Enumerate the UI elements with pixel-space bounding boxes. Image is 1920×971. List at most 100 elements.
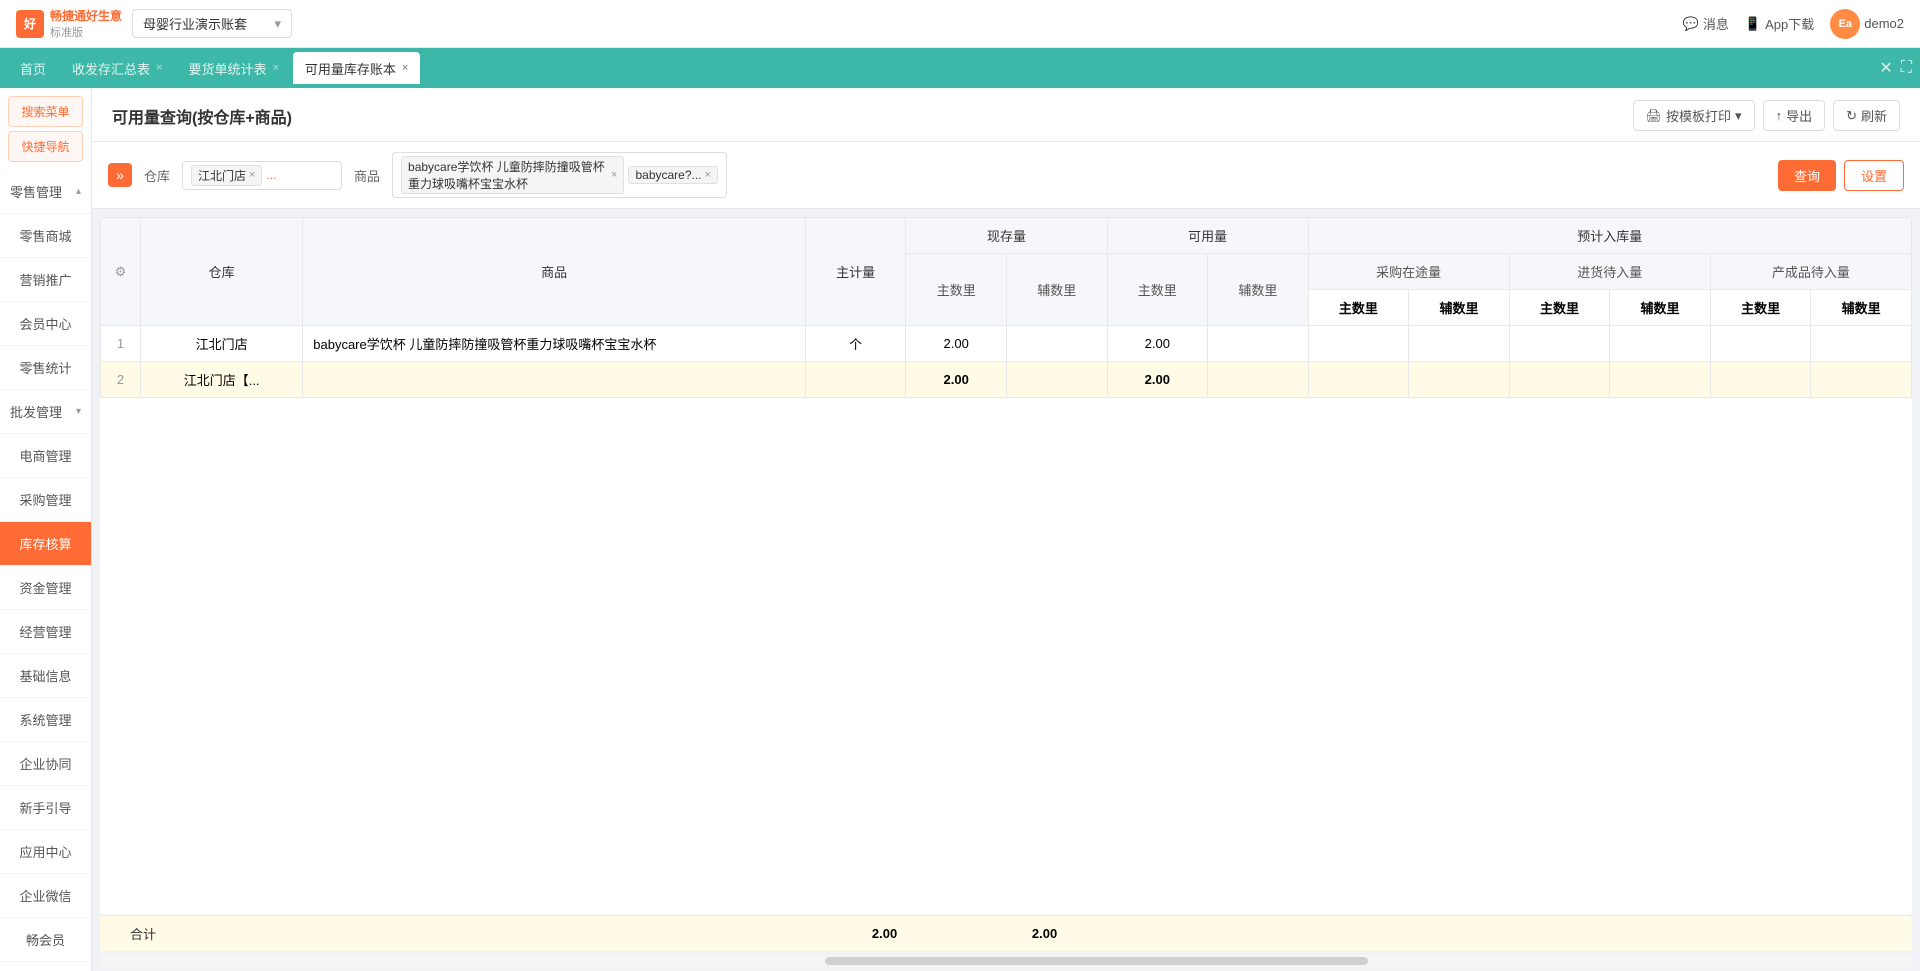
sidebar-item-batch-mgmt[interactable]: 批发管理 ▾ [0,390,91,434]
cell-stock-aux [1006,326,1107,362]
footer-stock-main: 2.00 [845,926,925,941]
sidebar-item-vip[interactable]: 畅会员 [0,918,91,962]
cell-purchase-transit-aux [1409,326,1510,362]
gear-header[interactable]: ⚙ [101,218,141,326]
refresh-button[interactable]: ↻ 刷新 [1833,100,1900,131]
export-button[interactable]: ↑ 导出 [1763,100,1826,131]
stock-aux-header: 辅数里 [1006,254,1107,326]
quick-nav-button[interactable]: 快捷导航 [8,131,83,162]
cell-warehouse: 江北门店 [141,326,303,362]
avail-main-header: 主数里 [1107,254,1208,326]
sidebar-item-member[interactable]: 会员中心 [0,302,91,346]
purchase-pending-header: 进货待入量 [1509,254,1710,290]
sidebar-item-retail-stats[interactable]: 零售统计 [0,346,91,390]
cell-pending-main [1509,362,1610,398]
cell-pending-aux [1610,326,1711,362]
sidebar-item-purchase-mgmt[interactable]: 采购管理 [0,478,91,522]
avatar: Ea [1830,9,1860,39]
sidebar-item-app-center[interactable]: 应用中心 [0,830,91,874]
page-title: 可用量查询(按仓库+商品) [112,104,292,128]
product-tag-2: babycare?... × [628,166,717,184]
tab-close-order-stats[interactable]: × [272,62,278,74]
sidebar-item-stock-check[interactable]: 库存核算 [0,522,91,566]
tab-available-stock[interactable]: 可用量库存账本 × [293,52,420,84]
sidebar-top: 搜索菜单 快捷导航 [0,88,91,170]
chevron-down-icon: ▾ [274,16,281,32]
sidebar: 搜索菜单 快捷导航 零售管理 ▴ 零售商城 营销推广 会员中心 零售统计 批发管… [0,88,92,971]
warehouse-filter-input[interactable]: 江北门店 × ... [182,161,342,190]
scrollbar-thumb[interactable] [825,957,1369,965]
data-table: ⚙ 仓库 商品 主计量 现存量 可用量 预计入库量 主数里 辅数里 主数里 辅数… [100,217,1912,398]
store-selector[interactable]: 母婴行业演示账套 ▾ [132,9,292,38]
print-icon: 🖨 [1646,108,1663,124]
sidebar-item-ecommerce[interactable]: 电商管理 [0,434,91,478]
sidebar-item-retail-mall[interactable]: 零售商城 [0,214,91,258]
warehouse-more-btn[interactable]: ... [266,168,276,182]
cell-warehouse: 江北门店【... [141,362,303,398]
product-tag-2-close[interactable]: × [705,169,711,181]
table-row: 1 江北门店 babycare学饮杯 儿童防摔防撞吸管杯重力球吸嘴杯宝宝水杯 个… [101,326,1912,362]
maximize-button[interactable]: ⛶ [1901,59,1912,77]
sidebar-item-newcomer[interactable]: 新手引导 [0,786,91,830]
warehouse-col-header: 仓库 [141,218,303,326]
cell-pending-aux [1610,362,1711,398]
top-bar-right: 💬 消息 📱 App下载 Ea demo2 [1683,9,1904,39]
search-menu-button[interactable]: 搜索菜单 [8,96,83,127]
logo-icon: 好 [16,10,44,38]
user-menu[interactable]: Ea demo2 [1830,9,1904,39]
message-icon: 💬 [1683,16,1699,32]
top-bar-left: 好 畅捷通好生意 标准版 母婴行业演示账套 ▾ [16,7,292,40]
logo-area: 好 畅捷通好生意 标准版 [16,7,122,40]
print-button[interactable]: 🖨 按模板打印 ▾ [1633,100,1755,131]
settings-button[interactable]: 设置 [1844,160,1904,191]
filter-row: » 仓库 江北门店 × ... 商品 babycare学饮杯 儿童防摔防撞吸管杯… [92,142,1920,209]
app-download-button[interactable]: 📱 App下载 [1745,14,1814,33]
cell-finished-main [1710,362,1811,398]
sidebar-item-finance[interactable]: 资金管理 [0,566,91,610]
table-area: ⚙ 仓库 商品 主计量 现存量 可用量 预计入库量 主数里 辅数里 主数里 辅数… [100,217,1912,915]
filter-expand-button[interactable]: » [108,163,132,187]
sidebar-item-ops-mgmt[interactable]: 经营管理 [0,610,91,654]
sidebar-item-retail-mgmt[interactable]: 零售管理 ▴ [0,170,91,214]
tab-order-stats[interactable]: 要货单统计表 × [176,52,290,84]
top-bar: 好 畅捷通好生意 标准版 母婴行业演示账套 ▾ 💬 消息 📱 App下载 Ea … [0,0,1920,48]
stock-main-header: 主数里 [906,254,1007,326]
purchase-transit-header: 采购在途量 [1308,254,1509,290]
query-button[interactable]: 查询 [1778,160,1836,191]
cell-stock-aux [1006,362,1107,398]
warehouse-tag-close[interactable]: × [249,169,255,181]
table-footer: 合计 2.00 2.00 [100,915,1912,951]
tab-home[interactable]: 首页 [8,52,58,84]
chevron-down-icon: ▾ [76,406,81,417]
sidebar-item-enterprise[interactable]: 企业协同 [0,742,91,786]
chevron-down-icon: ▾ [1735,108,1742,124]
product-tag-1-close[interactable]: × [611,169,617,181]
footer-avail-aux [1085,926,1165,941]
product-filter-input[interactable]: babycare学饮杯 儿童防摔防撞吸管杯重力球吸嘴杯宝宝水杯 × babyca… [392,152,727,198]
tab-receive-summary[interactable]: 收发存汇总表 × [60,52,174,84]
table-scrollbar[interactable] [100,955,1912,967]
sidebar-item-marketing[interactable]: 营销推广 [0,258,91,302]
cell-unit [805,362,906,398]
stock-header: 现存量 [906,218,1107,254]
cell-finished-aux [1811,362,1912,398]
cell-purchase-transit-aux [1409,362,1510,398]
purchase-pending-main-header: 主数里 [1509,290,1610,326]
finished-pending-aux-header: 辅数里 [1811,290,1912,326]
finished-pending-main-header: 主数里 [1710,290,1811,326]
row-index: 1 [101,326,141,362]
page-actions: 🖨 按模板打印 ▾ ↑ 导出 ↻ 刷新 [1633,100,1901,131]
close-all-tabs-button[interactable]: ✕ [1879,58,1892,78]
purchase-transit-aux-header: 辅数里 [1409,290,1510,326]
sidebar-item-base-info[interactable]: 基础信息 [0,654,91,698]
sidebar-item-enterprise-wechat[interactable]: 企业微信 [0,874,91,918]
cell-pending-main [1509,326,1610,362]
logo-text: 畅捷通好生意 标准版 [50,7,122,40]
cell-avail-aux [1208,362,1309,398]
message-button[interactable]: 💬 消息 [1683,14,1729,33]
sidebar-item-system[interactable]: 系统管理 [0,698,91,742]
footer-stock-aux [925,926,1005,941]
tab-close-receive-summary[interactable]: × [156,62,162,74]
tab-close-available-stock[interactable]: × [402,62,408,74]
gear-icon[interactable]: ⚙ [115,264,127,279]
